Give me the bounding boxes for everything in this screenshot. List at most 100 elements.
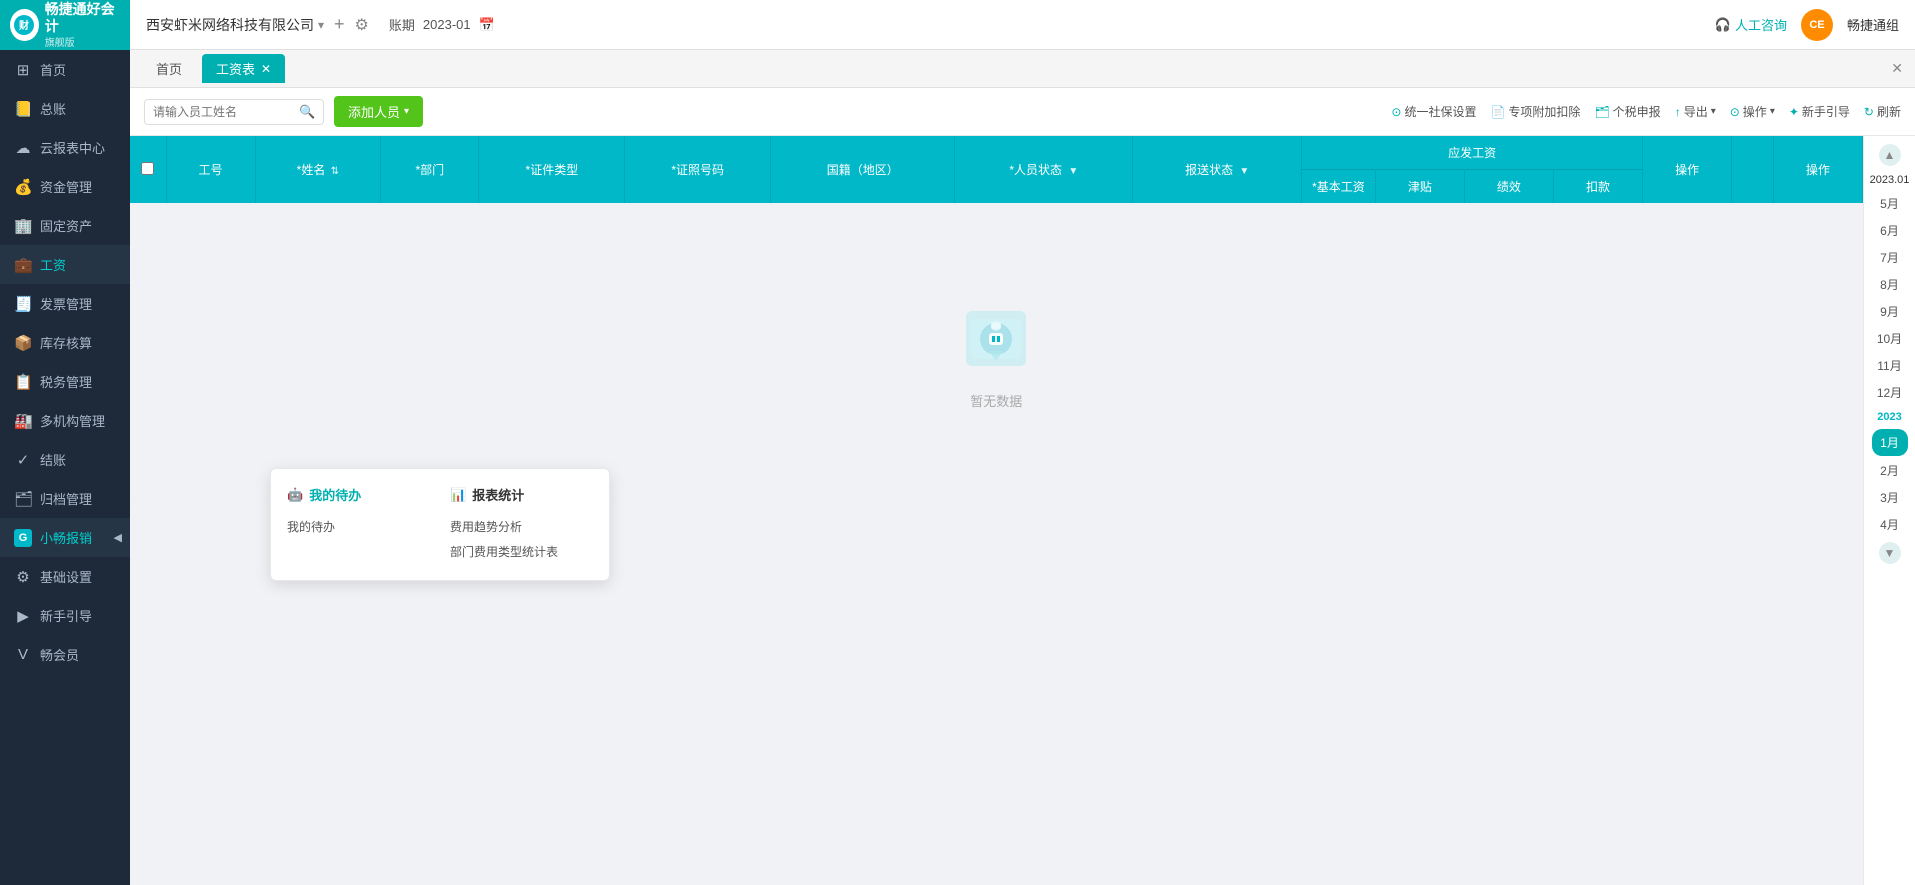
month-11[interactable]: 11月 [1864,352,1915,379]
sidebar-item-xiaochang[interactable]: G 小畅报销 ◀ [0,518,130,557]
special-deduction-btn[interactable]: 📄 专项附加扣除 [1490,103,1580,120]
special-deduction-label: 专项附加扣除 [1508,103,1580,120]
svg-text:财: 财 [18,19,29,32]
month-10[interactable]: 10月 [1864,325,1915,352]
refresh-icon: ↻ [1864,105,1874,119]
month-12[interactable]: 12月 [1864,379,1915,406]
sidebar: 财 畅捷通好会计 旗舰版 ⊞ 首页 📒 总账 ☁ 云报表中心 💰 资金管理 🏢 … [0,0,130,885]
month-7[interactable]: 7月 [1864,244,1915,271]
sidebar-item-settlement[interactable]: ✓ 结账 [0,440,130,479]
tab-salary-table[interactable]: 工资表 ✕ [202,54,285,83]
panel-up-arrow[interactable]: ▲ [1879,144,1901,166]
member-icon: V [14,646,32,663]
sidebar-label-xiaochang: 小畅报销 [40,528,92,547]
avatar-text: CE [1809,19,1824,31]
month-5[interactable]: 5月 [1864,190,1915,217]
sidebar-item-basic[interactable]: ⚙ 基础设置 [0,557,130,596]
sidebar-item-salary[interactable]: 💼 工资 [0,245,130,284]
th-payroll-group: 应发工资 [1302,136,1643,170]
toolbar-actions: ⊙ 统一社保设置 📄 专项附加扣除 🗂 个税申报 ↑ 导出 ▾ ⊙ [1391,103,1901,120]
operations-btn[interactable]: ⊙ 操作 ▾ [1730,103,1775,120]
popup-todo-section: 🤖 我的待办 我的待办 [287,485,430,564]
sidebar-item-assets[interactable]: 🏢 固定资产 [0,206,130,245]
search-icon[interactable]: 🔍 [299,104,315,120]
export-btn[interactable]: ↑ 导出 ▾ [1675,103,1716,120]
new-guide-btn[interactable]: ✦ 新手引导 [1789,103,1850,120]
support-icon: 🎧 [1715,17,1731,33]
salary-icon: 💼 [14,256,32,274]
month-3[interactable]: 3月 [1864,484,1915,511]
tab-close-all[interactable]: ✕ [1891,60,1903,77]
month-9[interactable]: 9月 [1864,298,1915,325]
empty-state: 暂无数据 [140,211,1853,490]
sidebar-item-inventory[interactable]: 📦 库存核算 [0,323,130,362]
sidebar-item-member[interactable]: V 畅会员 [0,635,130,674]
popup-dept-cost-link[interactable]: 部门费用类型统计表 [450,539,593,564]
sidebar-item-guide[interactable]: ▶ 新手引导 [0,596,130,635]
month-6[interactable]: 6月 [1864,217,1915,244]
th-nationality: 国籍（地区） [771,136,955,203]
company-dropdown-icon[interactable]: ▾ [318,18,324,32]
th-employee-no: 工号 [166,136,255,203]
refresh-btn[interactable]: ↻ 刷新 [1864,103,1901,120]
month-1[interactable]: 1月 [1872,429,1908,456]
panel-down-arrow[interactable]: ▼ [1879,542,1901,564]
topbar-settings-icon[interactable]: ⚙ [355,15,369,35]
month-8[interactable]: 8月 [1864,271,1915,298]
support-link[interactable]: 🎧 人工咨询 [1715,15,1787,34]
empty-cell: 暂无数据 [130,203,1863,499]
tab-salary-close[interactable]: ✕ [261,62,271,76]
empty-illustration [951,291,1041,381]
popup-cost-trend-link[interactable]: 费用趋势分析 [450,514,593,539]
personal-tax-btn[interactable]: 🗂 个税申报 [1594,103,1660,120]
settlement-icon: ✓ [14,451,32,469]
sidebar-item-multi-org[interactable]: 🏭 多机构管理 [0,401,130,440]
sidebar-label-fund: 资金管理 [40,177,92,196]
th-bonus: 津贴 [1375,170,1464,204]
sidebar-item-cloud-report[interactable]: ☁ 云报表中心 [0,128,130,167]
tabs-bar: 首页 工资表 ✕ ✕ [130,50,1915,88]
popup-todo-link[interactable]: 我的待办 [287,514,430,539]
sidebar-label-cloud: 云报表中心 [40,138,105,157]
month-2[interactable]: 2月 [1864,457,1915,484]
logo-icon: 财 [13,14,35,36]
topbar-add-icon[interactable]: + [334,14,345,35]
fund-icon: 💰 [14,178,32,196]
status-filter-icon[interactable]: ▼ [1068,166,1078,177]
sidebar-label-assets: 固定资产 [40,216,92,235]
select-all-checkbox[interactable] [141,162,154,175]
search-input[interactable] [153,105,293,119]
tab-home-label: 首页 [156,59,182,78]
popup-overlay: 🤖 我的待办 我的待办 📊 报表统计 费用趋势分析 部门费用类型统计表 [270,468,610,581]
calendar-icon[interactable]: 📅 [479,17,495,33]
report-stats-icon: 📊 [450,487,466,503]
add-person-label: 添加人员 [348,102,400,121]
company-selector[interactable]: 西安虾米网络科技有限公司 ▾ [146,15,324,35]
app-name: 畅捷通好会计 [45,1,120,35]
add-person-button[interactable]: 添加人员 ▾ [334,96,423,127]
th-pension [1732,136,1774,203]
empty-text: 暂无数据 [970,391,1022,410]
month-4[interactable]: 4月 [1864,511,1915,538]
sidebar-item-fund[interactable]: 💰 资金管理 [0,167,130,206]
sidebar-item-archive[interactable]: 🗂 归档管理 [0,479,130,518]
sidebar-item-ledger[interactable]: 📒 总账 [0,89,130,128]
sidebar-item-home[interactable]: ⊞ 首页 [0,50,130,89]
topbar-right: 🎧 人工咨询 CE 畅捷通组 [1715,9,1899,41]
social-insurance-btn[interactable]: ⊙ 统一社保设置 [1391,103,1476,120]
sidebar-item-tax[interactable]: 📋 税务管理 [0,362,130,401]
report-filter-icon[interactable]: ▼ [1239,166,1249,177]
username: 畅捷通组 [1847,15,1899,34]
period-label: 账期 [389,15,415,34]
export-label: 导出 [1684,103,1708,120]
todo-icon: 🤖 [287,487,303,503]
personal-tax-label: 个税申报 [1613,103,1661,120]
social-insurance-label: 统一社保设置 [1404,103,1476,120]
sidebar-item-invoice[interactable]: 🧾 发票管理 [0,284,130,323]
user-avatar[interactable]: CE [1801,9,1833,41]
name-sort-icon[interactable]: ⇅ [331,166,339,177]
year-2023[interactable]: 2023 [1864,406,1915,428]
tab-home[interactable]: 首页 [142,54,196,83]
special-deduction-icon: 📄 [1490,105,1505,119]
sidebar-label-member: 畅会员 [40,645,79,664]
